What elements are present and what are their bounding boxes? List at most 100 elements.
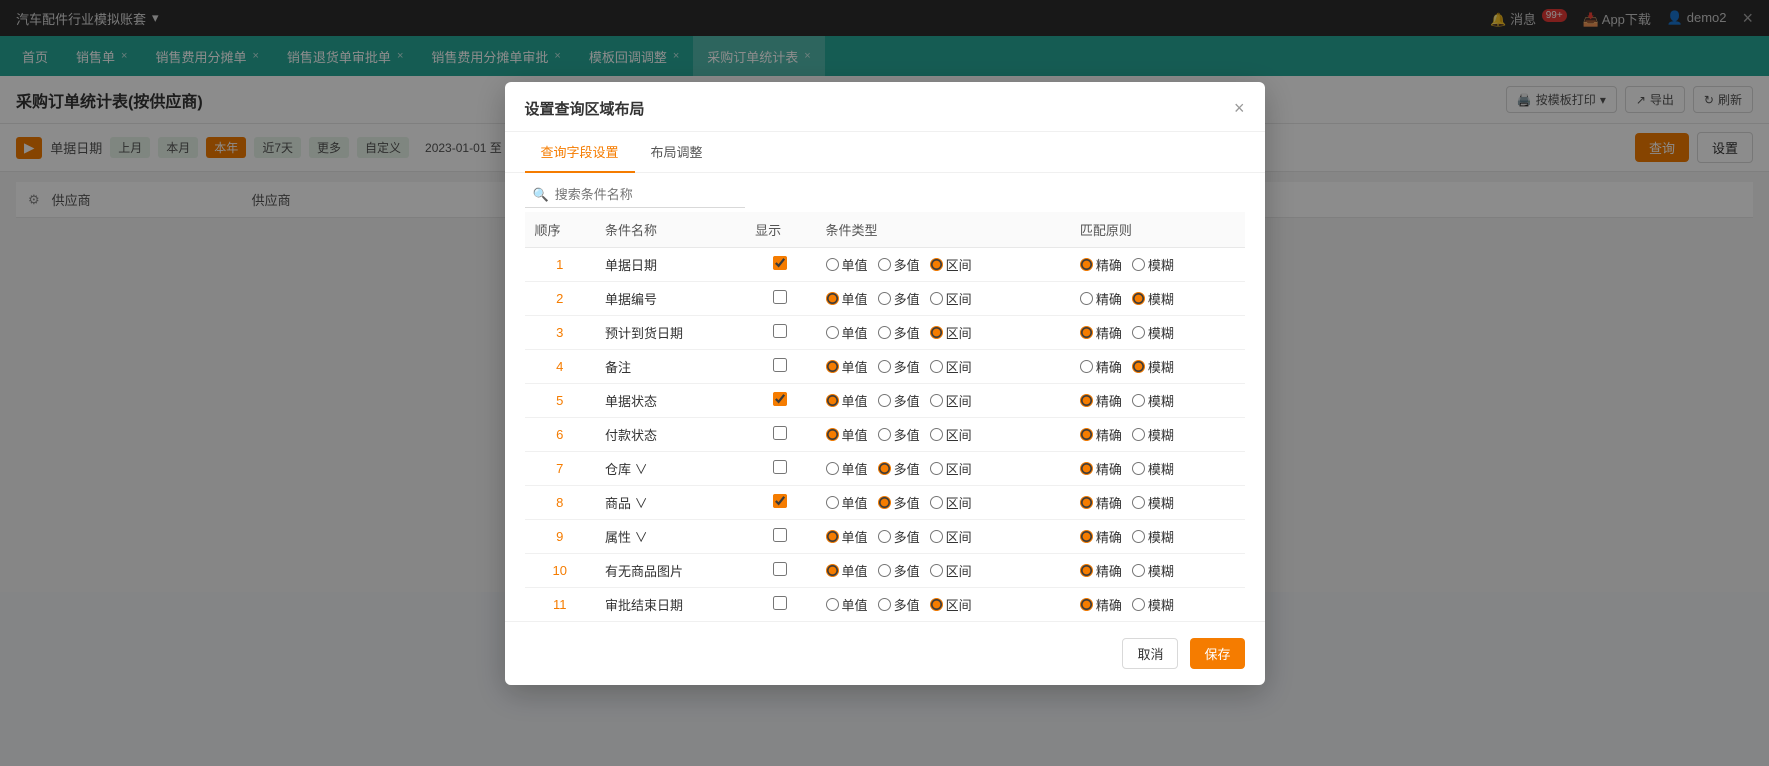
match-option-精确[interactable]: 精确 [1080, 357, 1122, 376]
type-option-区间[interactable]: 区间 [930, 255, 972, 274]
match-option-模糊[interactable]: 模糊 [1132, 323, 1174, 342]
match-option-模糊[interactable]: 模糊 [1132, 357, 1174, 376]
type-option-单值[interactable]: 单值 [826, 323, 868, 342]
table-row: 1单据日期单值多值区间精确模糊 [525, 247, 1245, 281]
match-option-精确[interactable]: 精确 [1080, 595, 1122, 614]
type-option-区间[interactable]: 区间 [930, 527, 972, 546]
th-type: 条件类型 [816, 212, 1070, 248]
row-name: 备注 [595, 349, 745, 383]
show-checkbox[interactable] [773, 392, 787, 406]
row-order: 11 [525, 587, 595, 621]
type-option-区间[interactable]: 区间 [930, 289, 972, 308]
type-option-区间[interactable]: 区间 [930, 595, 972, 614]
match-option-精确[interactable]: 精确 [1080, 289, 1122, 308]
match-option-模糊[interactable]: 模糊 [1132, 255, 1174, 274]
save-button[interactable]: 保存 [1190, 638, 1244, 669]
type-option-区间[interactable]: 区间 [930, 323, 972, 342]
type-option-多值[interactable]: 多值 [878, 289, 920, 308]
type-option-单值[interactable]: 单值 [826, 357, 868, 376]
dialog-close-button[interactable]: × [1234, 98, 1245, 119]
row-show-checkbox-cell [745, 587, 815, 621]
type-option-多值[interactable]: 多值 [878, 459, 920, 478]
type-option-多值[interactable]: 多值 [878, 391, 920, 410]
match-option-精确[interactable]: 精确 [1080, 255, 1122, 274]
type-option-区间[interactable]: 区间 [930, 391, 972, 410]
type-option-单值[interactable]: 单值 [826, 493, 868, 512]
match-option-精确[interactable]: 精确 [1080, 459, 1122, 478]
type-option-单值[interactable]: 单值 [826, 255, 868, 274]
search-icon: 🔍 [533, 187, 549, 203]
match-option-精确[interactable]: 精确 [1080, 527, 1122, 546]
show-checkbox[interactable] [773, 528, 787, 542]
row-name: 单据编号 [595, 281, 745, 315]
match-option-精确[interactable]: 精确 [1080, 425, 1122, 444]
search-input[interactable] [555, 187, 725, 202]
type-option-多值[interactable]: 多值 [878, 323, 920, 342]
row-order: 10 [525, 553, 595, 587]
type-option-单值[interactable]: 单值 [826, 595, 868, 614]
dialog-title: 设置查询区域布局 [525, 98, 645, 119]
type-option-多值[interactable]: 多值 [878, 493, 920, 512]
match-option-精确[interactable]: 精确 [1080, 561, 1122, 580]
type-option-单值[interactable]: 单值 [826, 459, 868, 478]
show-checkbox[interactable] [773, 426, 787, 440]
match-option-模糊[interactable]: 模糊 [1132, 561, 1174, 580]
type-option-单值[interactable]: 单值 [826, 289, 868, 308]
type-option-单值[interactable]: 单值 [826, 391, 868, 410]
row-match-cell: 精确模糊 [1070, 281, 1245, 315]
row-match-cell: 精确模糊 [1070, 383, 1245, 417]
show-checkbox[interactable] [773, 256, 787, 270]
conditions-table: 顺序 条件名称 显示 条件类型 匹配原则 1单据日期单值多值区间精确模糊2单据编… [525, 212, 1245, 621]
match-option-模糊[interactable]: 模糊 [1132, 595, 1174, 614]
type-option-多值[interactable]: 多值 [878, 255, 920, 274]
match-option-模糊[interactable]: 模糊 [1132, 425, 1174, 444]
table-row: 8商品 ∨单值多值区间精确模糊 [525, 485, 1245, 519]
table-row: 3预计到货日期单值多值区间精确模糊 [525, 315, 1245, 349]
row-show-checkbox-cell [745, 281, 815, 315]
type-option-单值[interactable]: 单值 [826, 561, 868, 580]
match-option-模糊[interactable]: 模糊 [1132, 459, 1174, 478]
row-name: 付款状态 [595, 417, 745, 451]
type-option-单值[interactable]: 单值 [826, 425, 868, 444]
type-option-单值[interactable]: 单值 [826, 527, 868, 546]
match-option-模糊[interactable]: 模糊 [1132, 289, 1174, 308]
show-checkbox[interactable] [773, 562, 787, 576]
match-option-精确[interactable]: 精确 [1080, 493, 1122, 512]
dialog-container: 设置查询区域布局 × 查询字段设置 布局调整 🔍 顺序 条件名称 显示 [505, 82, 1265, 685]
show-checkbox[interactable] [773, 358, 787, 372]
type-option-多值[interactable]: 多值 [878, 595, 920, 614]
show-checkbox[interactable] [773, 596, 787, 610]
match-option-模糊[interactable]: 模糊 [1132, 493, 1174, 512]
type-option-多值[interactable]: 多值 [878, 527, 920, 546]
match-option-模糊[interactable]: 模糊 [1132, 391, 1174, 410]
row-order: 8 [525, 485, 595, 519]
row-order: 2 [525, 281, 595, 315]
type-option-区间[interactable]: 区间 [930, 561, 972, 580]
type-option-区间[interactable]: 区间 [930, 493, 972, 512]
table-row: 4备注单值多值区间精确模糊 [525, 349, 1245, 383]
row-match-cell: 精确模糊 [1070, 519, 1245, 553]
dialog-header: 设置查询区域布局 × [505, 82, 1265, 132]
th-order: 顺序 [525, 212, 595, 248]
row-name: 属性 ∨ [595, 519, 745, 553]
type-option-多值[interactable]: 多值 [878, 561, 920, 580]
dialog-tabs: 查询字段设置 布局调整 [505, 132, 1265, 173]
type-option-多值[interactable]: 多值 [878, 425, 920, 444]
show-checkbox[interactable] [773, 460, 787, 474]
dialog-search-bar: 🔍 [505, 173, 1265, 212]
row-order: 9 [525, 519, 595, 553]
type-option-多值[interactable]: 多值 [878, 357, 920, 376]
type-option-区间[interactable]: 区间 [930, 425, 972, 444]
match-option-精确[interactable]: 精确 [1080, 323, 1122, 342]
dialog-tab-layout[interactable]: 布局调整 [635, 132, 719, 173]
cancel-button[interactable]: 取消 [1122, 638, 1178, 669]
type-option-区间[interactable]: 区间 [930, 459, 972, 478]
dialog-tab-fields[interactable]: 查询字段设置 [525, 132, 635, 173]
show-checkbox[interactable] [773, 290, 787, 304]
match-option-精确[interactable]: 精确 [1080, 391, 1122, 410]
match-option-模糊[interactable]: 模糊 [1132, 527, 1174, 546]
show-checkbox[interactable] [773, 324, 787, 338]
dialog-table-wrap: 顺序 条件名称 显示 条件类型 匹配原则 1单据日期单值多值区间精确模糊2单据编… [505, 212, 1265, 621]
type-option-区间[interactable]: 区间 [930, 357, 972, 376]
show-checkbox[interactable] [773, 494, 787, 508]
